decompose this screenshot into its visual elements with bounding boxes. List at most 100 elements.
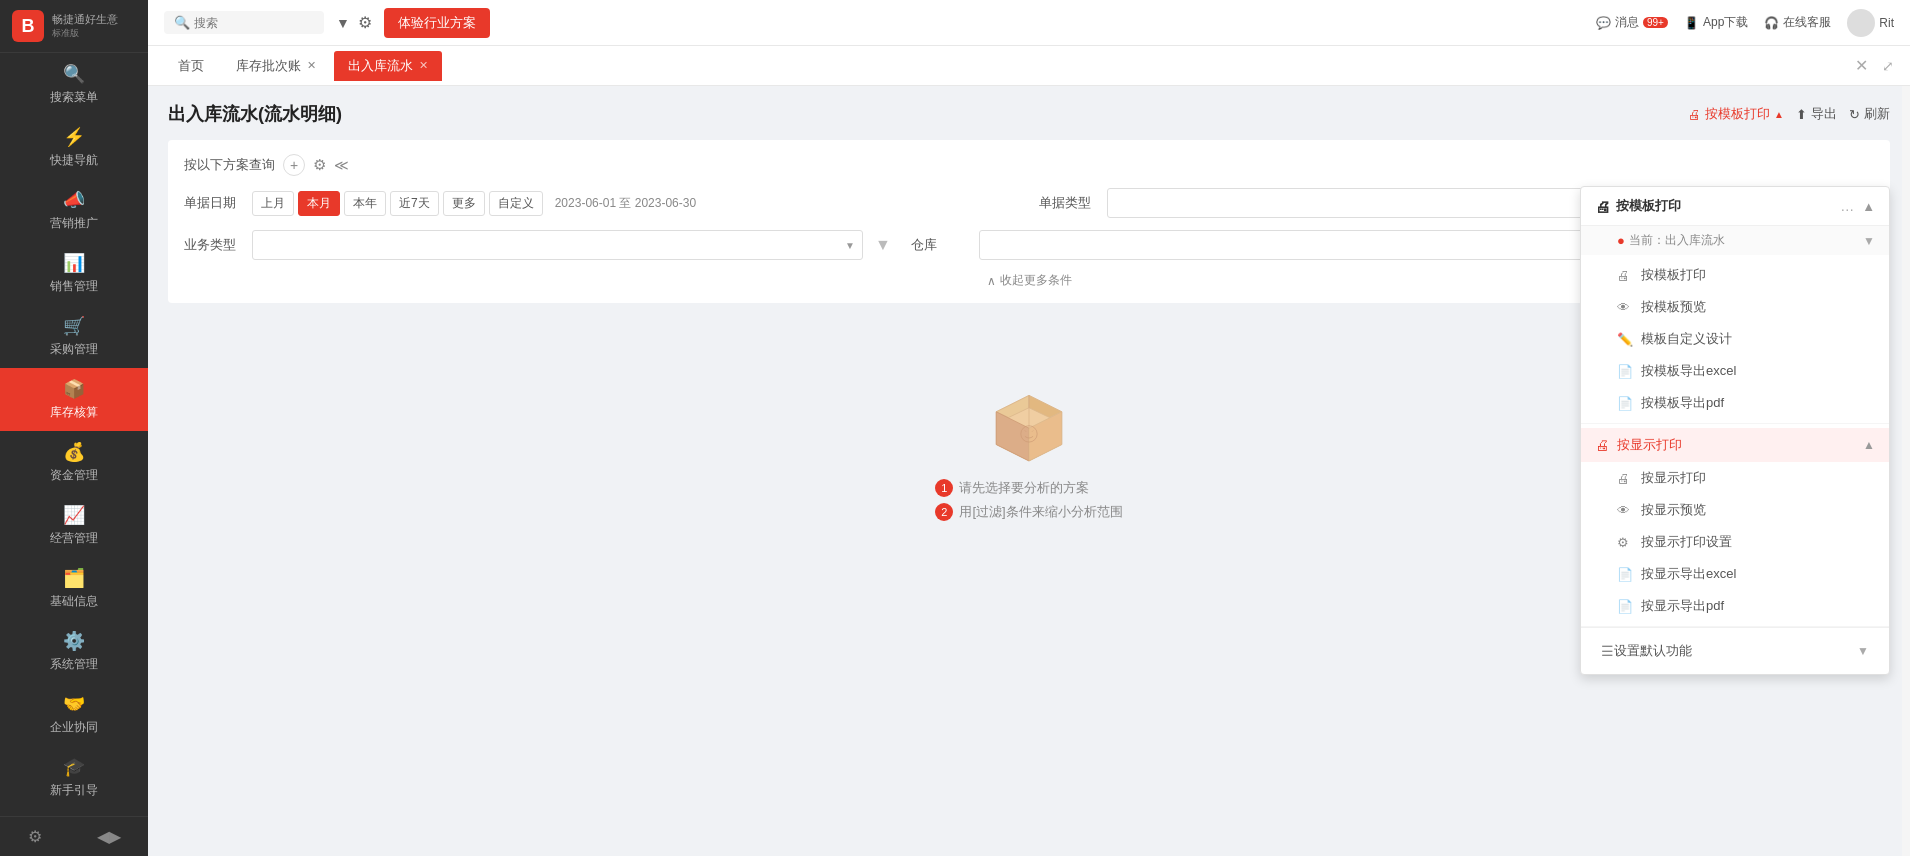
topbar: 🔍 ▼ ⚙ 体验行业方案 💬 消息 99+ 📱 App下载 🎧 在线客服 Rit bbox=[148, 0, 1910, 46]
right-scrollbar[interactable] bbox=[1902, 86, 1910, 856]
biz-dropdown-icon[interactable]: ▼ bbox=[875, 236, 891, 254]
date-this-year-button[interactable]: 本年 bbox=[344, 191, 386, 216]
print-template-button[interactable]: 🖨 按模板打印 ▲ bbox=[1688, 105, 1784, 123]
sidebar-item-search[interactable]: 🔍 搜索菜单 bbox=[0, 53, 148, 116]
date-this-month-button[interactable]: 本月 bbox=[298, 191, 340, 216]
refresh-button[interactable]: ↻ 刷新 bbox=[1849, 105, 1890, 123]
print-header-icon: 🖨 bbox=[1595, 198, 1610, 215]
warehouse-input[interactable] bbox=[979, 230, 1596, 260]
dropdown-header: 🖨 按模板打印 … ▲ bbox=[1581, 187, 1889, 226]
biz-type-select[interactable] bbox=[252, 230, 863, 260]
tab-flow[interactable]: 出入库流水 ✕ bbox=[334, 51, 442, 81]
set-default-icon: ☰ bbox=[1601, 643, 1614, 659]
empty-illustration bbox=[979, 375, 1079, 465]
sidebar-collapse-button[interactable]: ◀▶ bbox=[97, 827, 121, 846]
operation-icon: 📈 bbox=[63, 504, 85, 526]
disp-excel-icon: 📄 bbox=[1617, 567, 1633, 582]
user-avatar-area[interactable]: Rit bbox=[1847, 9, 1894, 37]
tmpl-excel-icon: 📄 bbox=[1617, 364, 1633, 379]
basic-icon: 🗂️ bbox=[63, 567, 85, 589]
date-7days-button[interactable]: 近7天 bbox=[390, 191, 439, 216]
tmpl-print-icon: 🖨 bbox=[1617, 268, 1633, 283]
finance-icon: 💰 bbox=[63, 441, 85, 463]
topbar-search-input[interactable] bbox=[194, 16, 304, 30]
search-settings-icon[interactable]: ⚙ bbox=[313, 156, 326, 174]
display-print-group-header[interactable]: 🖨 按显示打印 ▲ bbox=[1581, 428, 1889, 462]
app-download-button[interactable]: 📱 App下载 bbox=[1684, 14, 1748, 31]
sidebar-item-system[interactable]: ⚙️ 系统管理 bbox=[0, 620, 148, 683]
current-template-indicator: ● 当前：出入库流水 ▼ bbox=[1581, 226, 1889, 255]
template-pdf-item[interactable]: 📄 按模板导出pdf bbox=[1581, 387, 1889, 419]
logo-text: 畅捷通好生意 标准版 bbox=[52, 12, 118, 39]
date-custom-button[interactable]: 自定义 bbox=[489, 191, 543, 216]
sidebar-item-coop[interactable]: 🤝 企业协同 bbox=[0, 683, 148, 746]
username-label: Rit bbox=[1879, 16, 1894, 30]
sidebar-settings-button[interactable]: ⚙ bbox=[28, 827, 42, 846]
sidebar-item-basic[interactable]: 🗂️ 基础信息 bbox=[0, 557, 148, 620]
set-default-button[interactable]: ☰ 设置默认功能 ▼ bbox=[1595, 636, 1875, 666]
add-condition-button[interactable]: + bbox=[283, 154, 305, 176]
display-preview-item[interactable]: 👁 按显示预览 bbox=[1581, 494, 1889, 526]
export-button[interactable]: ⬆ 导出 bbox=[1796, 105, 1837, 123]
sidebar-item-inventory[interactable]: 📦 库存核算 bbox=[0, 368, 148, 431]
date-more-button[interactable]: 更多 bbox=[443, 191, 485, 216]
display-print-item[interactable]: 🖨 按显示打印 bbox=[1581, 462, 1889, 494]
tab-home[interactable]: 首页 bbox=[164, 51, 218, 81]
date-options: 上月 本月 本年 近7天 更多 自定义 bbox=[252, 191, 543, 216]
dropdown-collapse-icon[interactable]: ▲ bbox=[1862, 199, 1875, 214]
svg-line-7 bbox=[1025, 431, 1026, 432]
search-collapse-icon[interactable]: ≪ bbox=[334, 157, 349, 173]
sidebar-footer: ⚙ ◀▶ bbox=[0, 816, 148, 856]
topbar-dropdown-arrow[interactable]: ▼ bbox=[336, 15, 350, 31]
set-default-arrow-icon: ▼ bbox=[1857, 644, 1869, 658]
guide-icon: 🎓 bbox=[63, 756, 85, 778]
template-print-item[interactable]: 🖨 按模板打印 bbox=[1581, 259, 1889, 291]
sidebar-item-apps[interactable]: 📱 应用中心 bbox=[0, 809, 148, 816]
dropdown-more-icon[interactable]: … bbox=[1840, 198, 1854, 214]
biz-type-field: 业务类型 ▼ bbox=[184, 230, 891, 260]
topbar-search-box[interactable]: 🔍 bbox=[164, 11, 324, 34]
display-group-collapse-icon[interactable]: ▲ bbox=[1863, 438, 1875, 452]
sidebar-item-guide[interactable]: 🎓 新手引导 bbox=[0, 746, 148, 809]
trial-button[interactable]: 体验行业方案 bbox=[384, 8, 490, 38]
tab-batch[interactable]: 库存批次账 ✕ bbox=[222, 51, 330, 81]
template-preview-item[interactable]: 👁 按模板预览 bbox=[1581, 291, 1889, 323]
page-header: 出入库流水(流水明细) 🖨 按模板打印 ▲ ⬆ 导出 ↻ 刷新 bbox=[168, 102, 1890, 126]
export-icon: ⬆ bbox=[1796, 107, 1807, 122]
sidebar-item-finance[interactable]: 💰 资金管理 bbox=[0, 431, 148, 494]
sales-icon: 📊 bbox=[63, 252, 85, 274]
close-all-tabs-button[interactable]: ✕ bbox=[1855, 56, 1868, 75]
dropdown-title: 🖨 按模板打印 bbox=[1595, 197, 1681, 215]
sidebar-item-marketing[interactable]: 📣 营销推广 bbox=[0, 179, 148, 242]
template-custom-item[interactable]: ✏️ 模板自定义设计 bbox=[1581, 323, 1889, 355]
topbar-right: 💬 消息 99+ 📱 App下载 🎧 在线客服 Rit bbox=[1596, 9, 1894, 37]
disp-preview-icon: 👁 bbox=[1617, 503, 1633, 518]
empty-tips: 1 请先选择要分析的方案 2 用[过滤]条件来缩小分析范围 bbox=[935, 479, 1122, 527]
dropdown-footer: ☰ 设置默认功能 ▼ bbox=[1581, 627, 1889, 674]
tab-batch-close-icon[interactable]: ✕ bbox=[307, 59, 316, 72]
date-last-month-button[interactable]: 上月 bbox=[252, 191, 294, 216]
logo-icon: B bbox=[12, 10, 44, 42]
message-button[interactable]: 💬 消息 99+ bbox=[1596, 14, 1668, 31]
warehouse-label: 仓库 bbox=[911, 236, 971, 254]
sidebar-item-operation[interactable]: 📈 经营管理 bbox=[0, 494, 148, 557]
display-pdf-item[interactable]: 📄 按显示导出pdf bbox=[1581, 590, 1889, 622]
template-excel-item[interactable]: 📄 按模板导出excel bbox=[1581, 355, 1889, 387]
online-service-button[interactable]: 🎧 在线客服 bbox=[1764, 14, 1831, 31]
inventory-icon: 📦 bbox=[63, 378, 85, 400]
date-range-label: 2023-06-01 至 2023-06-30 bbox=[555, 195, 696, 212]
current-arrow-icon[interactable]: ▼ bbox=[1863, 234, 1875, 248]
dropdown-group-display: 🖨 按显示打印 ▲ 🖨 按显示打印 👁 按显示预览 ⚙ 按显示打印设置 bbox=[1581, 424, 1889, 627]
maximize-button[interactable]: ⤢ bbox=[1882, 58, 1894, 74]
sidebar-nav: 🔍 搜索菜单 ⚡ 快捷导航 📣 营销推广 📊 销售管理 🛒 采购管理 📦 库存核… bbox=[0, 53, 148, 816]
dropdown-group-template: 🖨 按模板打印 👁 按模板预览 ✏️ 模板自定义设计 📄 按模板导出excel … bbox=[1581, 255, 1889, 424]
tmpl-preview-icon: 👁 bbox=[1617, 300, 1633, 315]
display-settings-item[interactable]: ⚙ 按显示打印设置 bbox=[1581, 526, 1889, 558]
topbar-gear-icon[interactable]: ⚙ bbox=[358, 13, 372, 32]
display-excel-item[interactable]: 📄 按显示导出excel bbox=[1581, 558, 1889, 590]
sidebar-item-quicknav[interactable]: ⚡ 快捷导航 bbox=[0, 116, 148, 179]
sidebar-item-purchase[interactable]: 🛒 采购管理 bbox=[0, 305, 148, 368]
tab-flow-close-icon[interactable]: ✕ bbox=[419, 59, 428, 72]
avatar bbox=[1847, 9, 1875, 37]
sidebar-item-sales[interactable]: 📊 销售管理 bbox=[0, 242, 148, 305]
